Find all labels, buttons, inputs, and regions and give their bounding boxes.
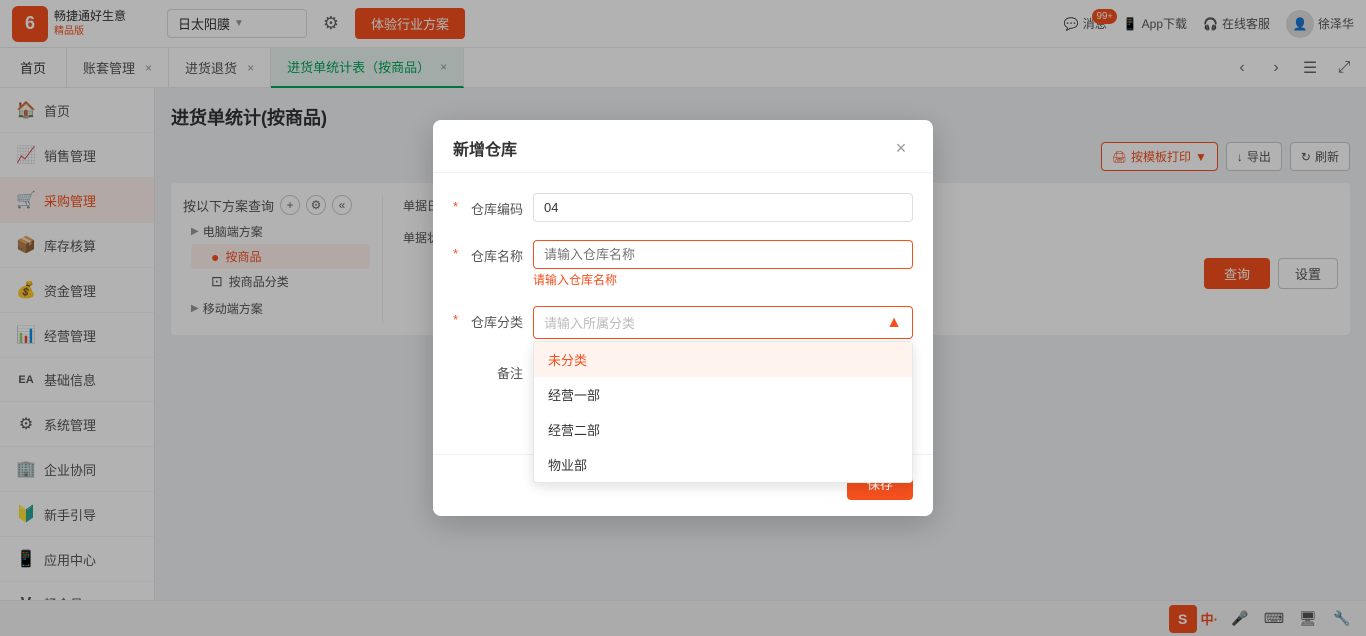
- category-up-arrow: ▲: [886, 314, 902, 332]
- name-error-msg: 请输入仓库名称: [533, 271, 913, 288]
- code-control: [533, 193, 913, 222]
- dropdown-item-uncategorized[interactable]: 未分类: [534, 342, 912, 377]
- warehouse-code-input[interactable]: [533, 193, 913, 222]
- dropdown-item-ops1[interactable]: 经营一部: [534, 377, 912, 412]
- category-dropdown: 未分类 经营一部 经营二部 物业部: [533, 341, 913, 483]
- category-control: 请输入所属分类 ▲ 未分类 经营一部 经营二部 物业部: [533, 306, 913, 339]
- dialog-body: * 仓库编码 * 仓库名称 请输入仓库名称: [433, 173, 933, 454]
- remark-label: 备注: [453, 357, 533, 382]
- category-label: * 仓库分类: [453, 306, 533, 331]
- form-row-name: * 仓库名称 请输入仓库名称: [453, 240, 913, 288]
- code-label: * 仓库编码: [453, 193, 533, 218]
- dropdown-item-property[interactable]: 物业部: [534, 447, 912, 482]
- warehouse-name-input[interactable]: [533, 240, 913, 269]
- category-select[interactable]: 请输入所属分类 ▲: [533, 306, 913, 339]
- name-label: * 仓库名称: [453, 240, 533, 265]
- modal-overlay[interactable]: 新增仓库 × * 仓库编码 * 仓库名称: [0, 0, 1366, 636]
- dialog-title: 新增仓库: [453, 136, 517, 160]
- dialog-new-warehouse: 新增仓库 × * 仓库编码 * 仓库名称: [433, 120, 933, 516]
- form-row-category: * 仓库分类 请输入所属分类 ▲ 未分类 经营一部 经营二部 物业部: [453, 306, 913, 339]
- dialog-close-button[interactable]: ×: [889, 136, 913, 160]
- dropdown-item-ops2[interactable]: 经营二部: [534, 412, 912, 447]
- form-row-code: * 仓库编码: [453, 193, 913, 222]
- dialog-header: 新增仓库 ×: [433, 120, 933, 173]
- name-control: 请输入仓库名称: [533, 240, 913, 288]
